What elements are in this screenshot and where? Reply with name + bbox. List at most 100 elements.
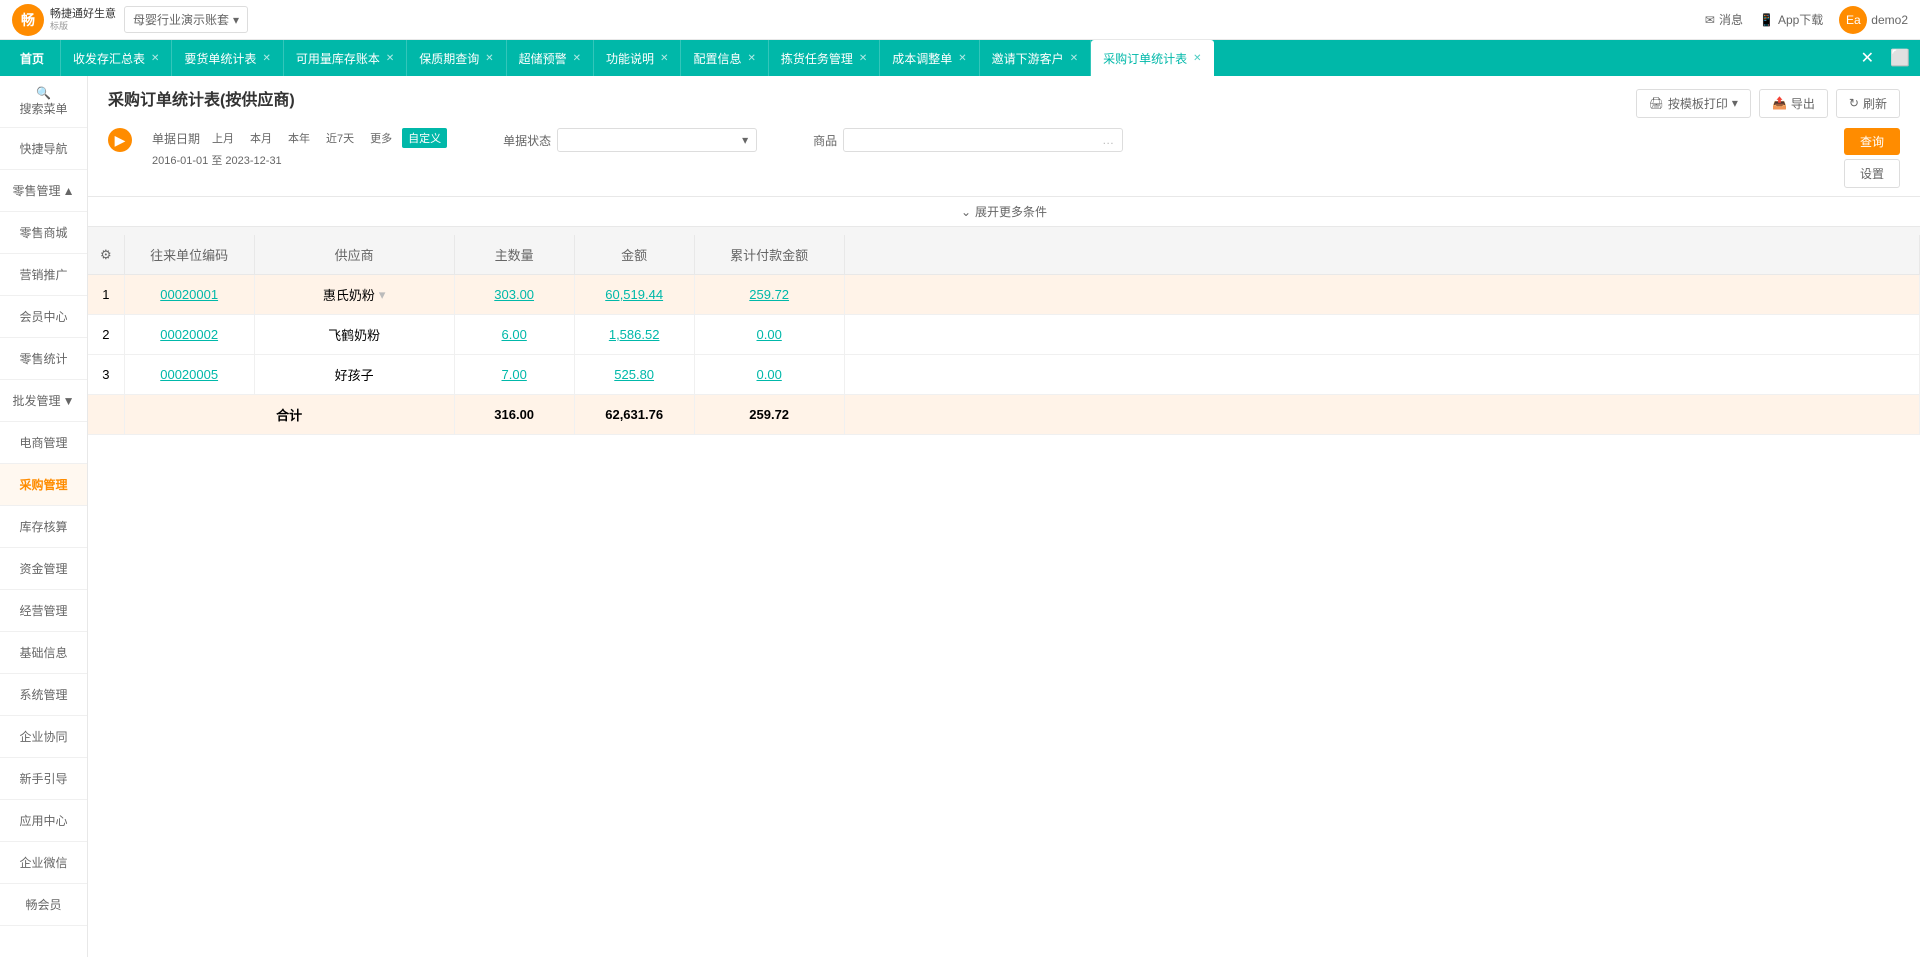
- sidebar-item-retail-stats[interactable]: 零售统计: [0, 338, 87, 380]
- avatar: Ea: [1839, 6, 1867, 34]
- sidebar-item-finance[interactable]: 资金管理: [0, 548, 87, 590]
- col-header-code: 往来单位编码: [124, 235, 254, 275]
- goods-input[interactable]: …: [843, 128, 1123, 152]
- cell-supplier-3: 好孩子: [254, 355, 454, 395]
- tab-config-info[interactable]: 配置信息 ✕: [681, 40, 768, 76]
- qty-link-3[interactable]: 7.00: [502, 367, 527, 382]
- sidebar-item-operations[interactable]: 经营管理: [0, 590, 87, 632]
- tab-overstock-warning[interactable]: 超储预警 ✕: [507, 40, 594, 76]
- close-icon[interactable]: ✕: [859, 53, 867, 64]
- tab-invite-customer[interactable]: 邀请下游客户 ✕: [980, 40, 1091, 76]
- date-btn-this-year[interactable]: 本年: [282, 128, 316, 148]
- paid-link-2[interactable]: 0.00: [757, 327, 782, 342]
- code-link-3[interactable]: 00020005: [160, 367, 218, 382]
- tab-cost-adjust[interactable]: 成本调整单 ✕: [880, 40, 979, 76]
- footer-paid: 259.72: [694, 395, 844, 435]
- close-icon[interactable]: ✕: [747, 53, 755, 64]
- query-button[interactable]: 查询: [1844, 128, 1900, 155]
- date-btn-7-days[interactable]: 近7天: [320, 128, 360, 148]
- sidebar-item-vip[interactable]: 畅会员: [0, 884, 87, 926]
- user-avatar[interactable]: Ea demo2: [1839, 6, 1908, 34]
- refresh-button[interactable]: ↻ 刷新: [1836, 89, 1900, 118]
- sidebar-item-shortcuts[interactable]: 快捷导航: [0, 128, 87, 170]
- qty-link-2[interactable]: 6.00: [502, 327, 527, 342]
- paid-link-3[interactable]: 0.00: [757, 367, 782, 382]
- close-icon[interactable]: ✕: [1193, 53, 1201, 64]
- cell-code-1: 00020001: [124, 275, 254, 315]
- sidebar-item-basic-info[interactable]: 基础信息: [0, 632, 87, 674]
- date-btn-this-month[interactable]: 本月: [244, 128, 278, 148]
- page-header: 采购订单统计表(按供应商) 🖨 按模板打印 ▾ 📤 导出 ↻ 刷新: [88, 76, 1920, 197]
- tab-available-stock[interactable]: 可用量库存账本 ✕: [284, 40, 407, 76]
- workspace-selector[interactable]: 母婴行业演示账套 ▾: [124, 6, 248, 33]
- tab-expiry-query[interactable]: 保质期查询 ✕: [407, 40, 506, 76]
- cell-code-3: 00020005: [124, 355, 254, 395]
- status-filter: 单据状态 ▾: [503, 128, 757, 152]
- sidebar-item-new-guide[interactable]: 新手引导: [0, 758, 87, 800]
- close-icon[interactable]: ✕: [660, 53, 668, 64]
- tab-home[interactable]: 首页: [4, 40, 61, 76]
- sidebar-item-retail-store[interactable]: 零售商城: [0, 212, 87, 254]
- gear-icon[interactable]: ⚙: [100, 247, 112, 262]
- tab-receipt-summary[interactable]: 收发存汇总表 ✕: [61, 40, 172, 76]
- toggle-arrow-button[interactable]: ▶: [108, 128, 132, 152]
- app-download-button[interactable]: 📱 App下载: [1759, 11, 1823, 28]
- status-select[interactable]: ▾: [557, 128, 757, 152]
- date-btn-last-month[interactable]: 上月: [206, 128, 240, 148]
- sidebar-item-marketing[interactable]: 营销推广: [0, 254, 87, 296]
- date-custom-btn[interactable]: 自定义: [402, 128, 447, 148]
- date-filter-row: 单据日期 上月 本月 本年 近7天 更多 自定义: [152, 128, 447, 148]
- message-button[interactable]: ✉ 消息: [1705, 11, 1743, 28]
- tab-order-stats[interactable]: 要货单统计表 ✕: [172, 40, 283, 76]
- chevron-icon: ▲: [63, 184, 75, 198]
- tab-purchase-order-stats[interactable]: 采购订单统计表 ✕: [1091, 40, 1214, 76]
- code-link-2[interactable]: 00020002: [160, 327, 218, 342]
- sidebar-item-ecommerce[interactable]: 电商管理: [0, 422, 87, 464]
- sidebar-item-system[interactable]: 系统管理: [0, 674, 87, 716]
- amount-link-1[interactable]: 60,519.44: [605, 287, 663, 302]
- top-bar: 畅 畅捷通好生意 标版 母婴行业演示账套 ▾ ✉ 消息 📱 App下载 Ea d…: [0, 0, 1920, 40]
- export-button[interactable]: 📤 导出: [1759, 89, 1828, 118]
- paid-link-1[interactable]: 259.72: [749, 287, 789, 302]
- date-shortcuts: 上月 本月 本年 近7天 更多 自定义: [206, 128, 447, 148]
- sidebar-item-inventory[interactable]: 库存核算: [0, 506, 87, 548]
- settings-button[interactable]: 设置: [1844, 159, 1900, 188]
- print-button[interactable]: 🖨 按模板打印 ▾: [1636, 89, 1751, 118]
- date-btn-more[interactable]: 更多: [364, 128, 398, 148]
- sidebar-item-enterprise-collab[interactable]: 企业协同: [0, 716, 87, 758]
- code-link-1[interactable]: 00020001: [160, 287, 218, 302]
- close-icon[interactable]: ✕: [151, 53, 159, 64]
- filter-row: ▶ 单据日期 上月 本月 本年 近7天 更多 自定义: [108, 128, 1900, 196]
- cell-extra-1: [844, 275, 1919, 315]
- close-all-icon[interactable]: ✕: [1855, 48, 1880, 68]
- sidebar-item-purchase[interactable]: 采购管理: [0, 464, 87, 506]
- col-header-amount: 金额: [574, 235, 694, 275]
- close-icon[interactable]: ✕: [262, 53, 270, 64]
- qty-link-1[interactable]: 303.00: [494, 287, 534, 302]
- footer-quantity: 316.00: [454, 395, 574, 435]
- close-icon[interactable]: ✕: [1070, 53, 1078, 64]
- table-row: 2 00020002 飞鹤奶粉 6.00 1,586.52 0.00: [88, 315, 1920, 355]
- close-icon[interactable]: ✕: [958, 53, 966, 64]
- restore-icon[interactable]: ⬜: [1884, 48, 1916, 68]
- col-header-quantity: 主数量: [454, 235, 574, 275]
- sidebar-item-retail-mgmt[interactable]: 零售管理 ▲: [0, 170, 87, 212]
- tab-pick-task[interactable]: 拣货任务管理 ✕: [769, 40, 880, 76]
- cell-paid-3: 0.00: [694, 355, 844, 395]
- chevron-down-icon: ▾: [1732, 96, 1738, 110]
- close-icon[interactable]: ✕: [573, 53, 581, 64]
- close-icon[interactable]: ✕: [386, 53, 394, 64]
- sidebar-item-member-center[interactable]: 会员中心: [0, 296, 87, 338]
- sidebar-item-search[interactable]: 🔍 搜索菜单: [0, 76, 87, 128]
- expand-button[interactable]: ⌄ 展开更多条件: [961, 203, 1047, 220]
- amount-link-2[interactable]: 1,586.52: [609, 327, 660, 342]
- cell-code-2: 00020002: [124, 315, 254, 355]
- sidebar-item-app-center[interactable]: 应用中心: [0, 800, 87, 842]
- sidebar-item-enterprise-wechat[interactable]: 企业微信: [0, 842, 87, 884]
- amount-link-3[interactable]: 525.80: [614, 367, 654, 382]
- tab-function-description[interactable]: 功能说明 ✕: [594, 40, 681, 76]
- close-icon[interactable]: ✕: [485, 53, 493, 64]
- sidebar-item-wholesale-mgmt[interactable]: 批发管理 ▼: [0, 380, 87, 422]
- cell-amount-1: 60,519.44: [574, 275, 694, 315]
- goods-filter: 商品 …: [813, 128, 1123, 152]
